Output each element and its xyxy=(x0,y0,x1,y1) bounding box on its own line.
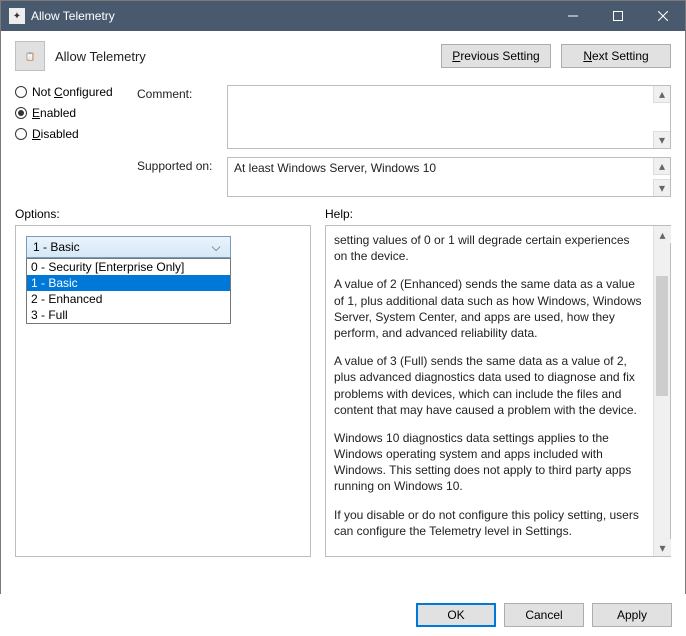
panels: 1 - Basic ⌵ 0 - Security [Enterprise Onl… xyxy=(1,221,685,557)
maximize-button[interactable] xyxy=(595,1,640,31)
help-text: setting values of 0 or 1 will degrade ce… xyxy=(326,226,653,556)
scroll-up-icon[interactable]: ▴ xyxy=(654,226,671,243)
next-setting-button[interactable]: Next Setting xyxy=(561,44,671,68)
scroll-down-icon[interactable]: ▾ xyxy=(653,179,670,196)
previous-setting-button[interactable]: Previous Setting xyxy=(441,44,551,68)
chevron-down-icon: ⌵ xyxy=(208,240,224,255)
scroll-up-icon[interactable]: ▴ xyxy=(653,158,670,175)
config-section: Not Configured Enabled Disabled Comment:… xyxy=(1,77,685,201)
titlebar: ✦ Allow Telemetry xyxy=(1,1,685,31)
minimize-icon xyxy=(568,11,578,21)
policy-icon: 📋 xyxy=(15,41,45,71)
options-panel: 1 - Basic ⌵ 0 - Security [Enterprise Onl… xyxy=(15,225,311,557)
minimize-button[interactable] xyxy=(550,1,595,31)
options-label: Options: xyxy=(15,207,311,221)
close-button[interactable] xyxy=(640,1,685,31)
radio-label: Enabled xyxy=(32,106,76,120)
help-p2: A value of 2 (Enhanced) sends the same d… xyxy=(334,276,645,341)
combo-item-2[interactable]: 2 - Enhanced xyxy=(27,291,230,307)
close-icon xyxy=(658,11,668,21)
header: 📋 Allow Telemetry Previous Setting Next … xyxy=(1,31,685,77)
comment-textarea[interactable]: ▴ ▾ xyxy=(227,85,671,149)
radio-label: Not Configured xyxy=(32,85,113,99)
scroll-down-icon[interactable]: ▾ xyxy=(653,131,670,148)
combo-item-0[interactable]: 0 - Security [Enterprise Only] xyxy=(27,259,230,275)
state-radios: Not Configured Enabled Disabled xyxy=(15,85,123,197)
help-label: Help: xyxy=(325,207,671,221)
supported-label: Supported on: xyxy=(137,157,217,197)
combo-item-1[interactable]: 1 - Basic xyxy=(27,275,230,291)
help-p4: Windows 10 diagnostics data settings app… xyxy=(334,430,645,495)
radio-icon xyxy=(15,107,27,119)
help-p5: If you disable or do not configure this … xyxy=(334,507,645,539)
combo-display[interactable]: 1 - Basic ⌵ xyxy=(26,236,231,258)
scroll-down-icon[interactable]: ▾ xyxy=(654,539,671,556)
comment-row: Comment: ▴ ▾ xyxy=(137,85,671,149)
comment-label: Comment: xyxy=(137,85,217,149)
radio-icon xyxy=(15,128,27,140)
app-icon: ✦ xyxy=(9,8,25,24)
telemetry-level-combo[interactable]: 1 - Basic ⌵ 0 - Security [Enterprise Onl… xyxy=(26,236,231,258)
supported-on-box: At least Windows Server, Windows 10 ▴ ▾ xyxy=(227,157,671,197)
combo-selected-text: 1 - Basic xyxy=(33,240,208,254)
page-title: Allow Telemetry xyxy=(55,49,431,64)
maximize-icon xyxy=(613,11,623,21)
combo-item-3[interactable]: 3 - Full xyxy=(27,307,230,323)
radio-enabled[interactable]: Enabled xyxy=(15,106,123,120)
apply-button[interactable]: Apply xyxy=(592,603,672,627)
field-column: Comment: ▴ ▾ Supported on: At least Wind… xyxy=(137,85,671,197)
ok-button[interactable]: OK xyxy=(416,603,496,627)
radio-disabled[interactable]: Disabled xyxy=(15,127,123,141)
help-p1: setting values of 0 or 1 will degrade ce… xyxy=(334,232,645,264)
help-p3: A value of 3 (Full) sends the same data … xyxy=(334,353,645,418)
supported-value: At least Windows Server, Windows 10 xyxy=(234,161,436,175)
scroll-up-icon[interactable]: ▴ xyxy=(653,86,670,103)
footer: OK Cancel Apply xyxy=(0,594,686,636)
help-scrollbar[interactable]: ▴ ▾ xyxy=(653,226,670,556)
help-panel: setting values of 0 or 1 will degrade ce… xyxy=(325,225,671,557)
radio-label: Disabled xyxy=(32,127,79,141)
supported-row: Supported on: At least Windows Server, W… xyxy=(137,157,671,197)
panel-labels: Options: Help: xyxy=(1,201,685,221)
window-title: Allow Telemetry xyxy=(31,9,550,23)
combo-dropdown-list: 0 - Security [Enterprise Only] 1 - Basic… xyxy=(26,258,231,324)
radio-not-configured[interactable]: Not Configured xyxy=(15,85,123,99)
radio-icon xyxy=(15,86,27,98)
cancel-button[interactable]: Cancel xyxy=(504,603,584,627)
scrollbar-thumb[interactable] xyxy=(656,276,668,396)
